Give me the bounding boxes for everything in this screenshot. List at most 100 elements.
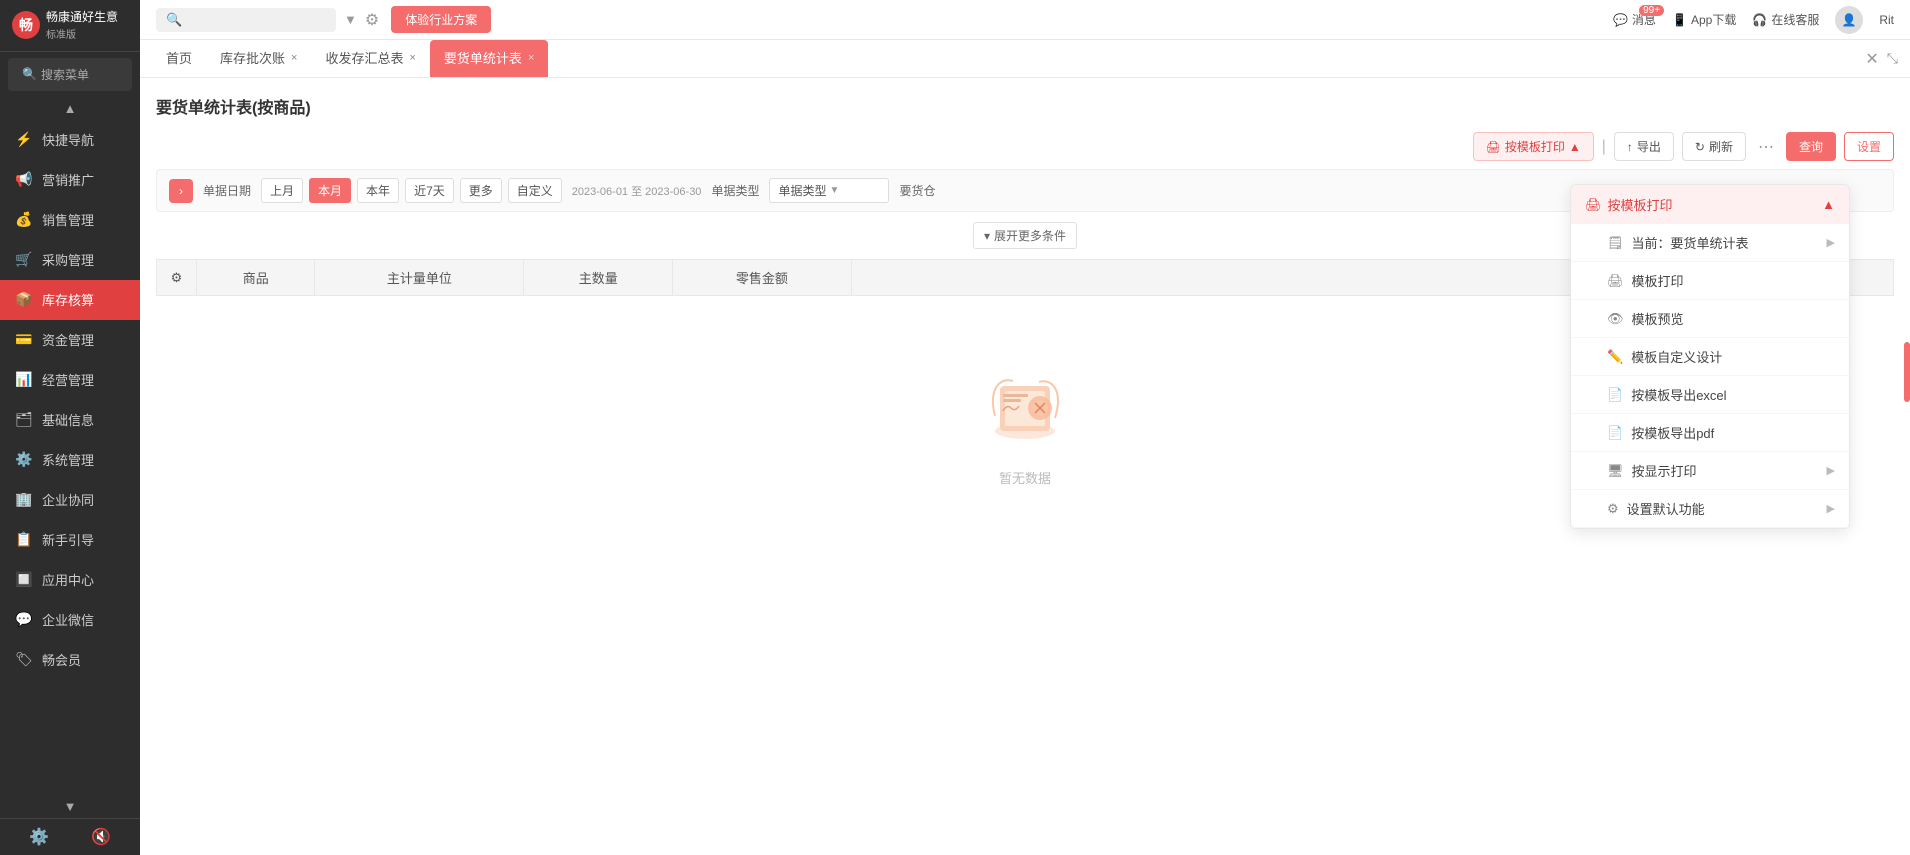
sidebar-item-label: 企业协同 — [42, 490, 94, 509]
export-btn[interactable]: ↑ 导出 — [1614, 132, 1674, 161]
service-icon: 🎧 — [1752, 13, 1767, 27]
tab-close-order[interactable]: × — [528, 52, 534, 64]
filter-expand-btn[interactable]: › — [169, 179, 193, 203]
sidebar-item-sales[interactable]: 💰 销售管理 — [0, 200, 140, 240]
sidebar-item-apps[interactable]: 🔲 应用中心 — [0, 560, 140, 600]
app-download-btn[interactable]: 📱 App下载 — [1672, 11, 1736, 28]
sidebar-item-label: 基础信息 — [42, 410, 94, 429]
tab-inventory-batch[interactable]: 库存批次账 × — [206, 40, 311, 77]
tab-close-inventory-batch[interactable]: × — [291, 52, 297, 64]
date-btn-more[interactable]: 更多 — [460, 178, 502, 203]
dropdown-template-print[interactable]: 🖨 模板打印 — [1571, 262, 1849, 300]
sidebar-logo: 畅 畅康通好生意 标准版 — [0, 0, 140, 52]
page-content: 要货单统计表(按商品) 🖨 按模板打印 ▲ | ↑ 导出 ↻ 刷新 ⋯ 查询 设… — [140, 78, 1910, 855]
operation-icon: 📊 — [14, 370, 34, 390]
type-filter-select[interactable]: 单据类型 ▼ — [769, 178, 889, 203]
right-scrollbar[interactable] — [1904, 342, 1910, 402]
date-btn-custom[interactable]: 自定义 — [508, 178, 562, 203]
dropdown-set-default[interactable]: ⚙ 设置默认功能 ▶ — [1571, 490, 1849, 528]
message-btn[interactable]: 💬 消息 99+ — [1613, 11, 1656, 28]
sidebar-item-finance[interactable]: 💳 资金管理 — [0, 320, 140, 360]
sidebar-item-shortcut[interactable]: ⚡ 快捷导航 — [0, 120, 140, 160]
settings-btn[interactable]: 设置 — [1844, 132, 1894, 161]
current-template-icon: 🗒 — [1607, 235, 1624, 251]
logo-icon: 畅 — [12, 11, 40, 39]
topbar-chevron-icon[interactable]: ▼ — [344, 12, 357, 27]
expand-more-btn[interactable]: ▾ 展开更多条件 — [973, 222, 1077, 249]
sidebar-item-purchase[interactable]: 🛒 采购管理 — [0, 240, 140, 280]
topbar-search-input[interactable] — [182, 13, 326, 27]
sidebar-item-enterprise[interactable]: 🏢 企业协同 — [0, 480, 140, 520]
shortcut-icon: ⚡ — [14, 130, 34, 150]
topbar: 🔍 ▼ ⚙ 体验行业方案 💬 消息 99+ 📱 App下载 🎧 在线客服 👤 — [140, 0, 1910, 40]
sidebar-item-inventory[interactable]: 📦 库存核算 — [0, 280, 140, 320]
dropdown-template-preview[interactable]: 👁 模板预览 — [1571, 300, 1849, 338]
dropdown-header[interactable]: 🖨 按模板打印 ▲ — [1571, 185, 1849, 224]
app-download-label: App下载 — [1691, 11, 1736, 28]
sidebar-item-marketing[interactable]: 📢 营销推广 — [0, 160, 140, 200]
template-excel-label: 按模板导出excel — [1631, 385, 1726, 404]
date-filter-group: 上月 本月 本年 近7天 更多 自定义 — [261, 178, 562, 203]
scroll-down-btn[interactable]: ▼ — [0, 795, 140, 818]
chevron-up-icon: ▲ — [1569, 140, 1581, 154]
guide-icon: 📋 — [14, 530, 34, 550]
topbar-search-icon: 🔍 — [166, 12, 182, 28]
type-filter-label: 单据类型 — [711, 182, 759, 199]
date-btn-this-month[interactable]: 本月 — [309, 178, 351, 203]
message-icon: 💬 — [1613, 13, 1628, 27]
topbar-gear-icon[interactable]: ⚙ — [365, 10, 379, 30]
sidebar-item-label: 畅会员 — [42, 650, 81, 669]
weixin-icon: 💬 — [14, 610, 34, 630]
sidebar-nav: ⚡ 快捷导航 📢 营销推广 💰 销售管理 🛒 采购管理 📦 库存核算 💳 资金管… — [0, 120, 140, 795]
dropdown-template-pdf[interactable]: 📄 按模板导出pdf — [1571, 414, 1849, 452]
template-pdf-icon: 📄 — [1607, 425, 1623, 441]
topbar-search[interactable]: 🔍 — [156, 8, 336, 32]
warehouse-filter-label: 要货仓 — [899, 182, 935, 199]
tab-collection-summary[interactable]: 收发存汇总表 × — [311, 40, 429, 77]
more-options-icon[interactable]: ⋯ — [1754, 133, 1778, 161]
online-service-btn[interactable]: 🎧 在线客服 — [1752, 11, 1819, 28]
dropdown-template-custom[interactable]: ✏️ 模板自定义设计 — [1571, 338, 1849, 376]
mute-icon[interactable]: 🔇 — [91, 827, 111, 847]
refresh-btn[interactable]: ↻ 刷新 — [1682, 132, 1746, 161]
template-print-btn[interactable]: 🖨 按模板打印 ▲ — [1473, 132, 1594, 161]
settings-bottom-icon[interactable]: ⚙️ — [29, 827, 49, 847]
sidebar-item-label: 系统管理 — [42, 450, 94, 469]
query-btn[interactable]: 查询 — [1786, 132, 1836, 161]
trial-btn[interactable]: 体验行业方案 — [391, 6, 491, 33]
tabbar-close-icon[interactable]: ✕ — [1865, 49, 1878, 69]
avatar-initial: 👤 — [1842, 13, 1857, 27]
dropdown-header-label: 按模板打印 — [1608, 195, 1673, 214]
date-btn-prev-month[interactable]: 上月 — [261, 178, 303, 203]
tab-order-summary[interactable]: 要货单统计表 × — [430, 40, 548, 77]
avatar[interactable]: 👤 — [1835, 6, 1863, 34]
export-icon: ↑ — [1627, 140, 1633, 154]
sidebar-item-member[interactable]: 🏷 畅会员 — [0, 640, 140, 680]
dropdown-overlay: 🖨 按模板打印 ▲ 🗒 当前：要货单统计表 ▶ 🖨 模板打印 👁 模板预览 — [1570, 184, 1850, 529]
date-btn-this-year[interactable]: 本年 — [357, 178, 399, 203]
sidebar: 畅 畅康通好生意 标准版 🔍 搜索菜单 ▲ ⚡ 快捷导航 📢 营销推广 💰 销售… — [0, 0, 140, 855]
dropdown-template-excel[interactable]: 📄 按模板导出excel — [1571, 376, 1849, 414]
dropdown-display-print[interactable]: 🖥 按显示打印 ▶ — [1571, 452, 1849, 490]
scroll-up-btn[interactable]: ▲ — [0, 97, 140, 120]
sidebar-item-guide[interactable]: 📋 新手引导 — [0, 520, 140, 560]
sidebar-item-system[interactable]: ⚙️ 系统管理 — [0, 440, 140, 480]
set-default-label: 设置默认功能 — [1627, 499, 1705, 518]
tab-home[interactable]: 首页 — [152, 40, 206, 77]
toolbar-row: 🖨 按模板打印 ▲ | ↑ 导出 ↻ 刷新 ⋯ 查询 设置 — [156, 132, 1894, 161]
sidebar-item-operation[interactable]: 📊 经营管理 — [0, 360, 140, 400]
sales-icon: 💰 — [14, 210, 34, 230]
display-print-label: 按显示打印 — [1632, 461, 1697, 480]
sidebar-item-label: 应用中心 — [42, 570, 94, 589]
sidebar-item-basic[interactable]: 🗂 基础信息 — [0, 400, 140, 440]
dropdown-current-template[interactable]: 🗒 当前：要货单统计表 ▶ — [1571, 224, 1849, 262]
tab-close-collection[interactable]: × — [409, 52, 415, 64]
template-pdf-label: 按模板导出pdf — [1631, 423, 1714, 442]
col-settings[interactable]: ⚙ — [157, 260, 197, 296]
sidebar-item-weixin[interactable]: 💬 企业微信 — [0, 600, 140, 640]
date-btn-7days[interactable]: 近7天 — [405, 178, 454, 203]
tabbar-expand-icon[interactable]: ⤡ — [1887, 50, 1898, 67]
display-print-icon: 🖥 — [1607, 463, 1624, 479]
sidebar-search[interactable]: 🔍 搜索菜单 — [8, 58, 132, 91]
sidebar-item-label: 新手引导 — [42, 530, 94, 549]
